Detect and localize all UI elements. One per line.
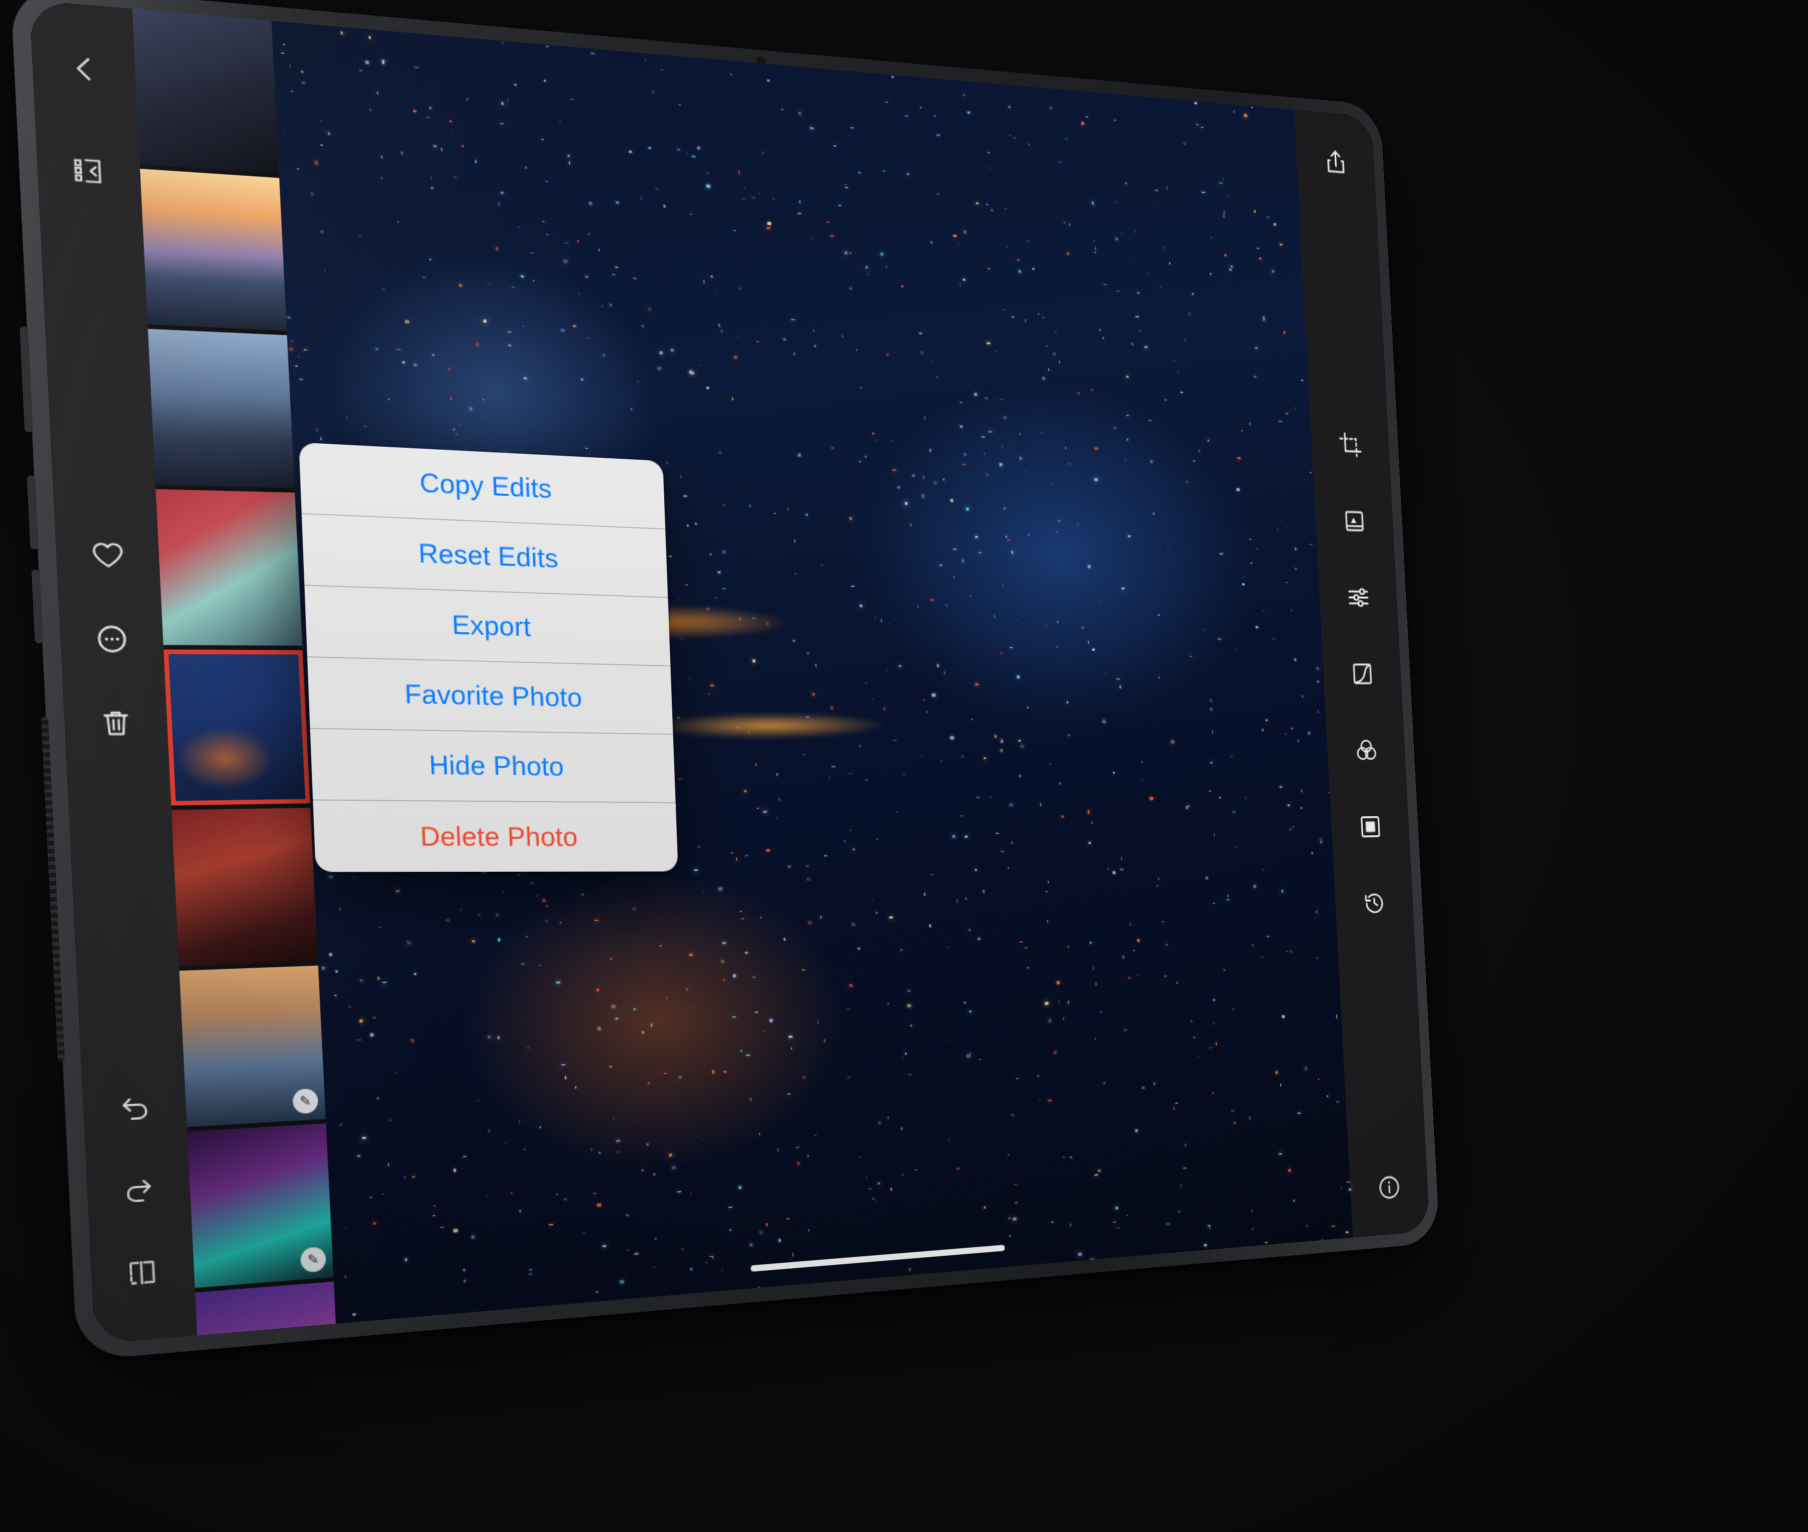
list-item[interactable] [156,489,303,646]
list-item[interactable] [171,808,317,966]
crop-icon[interactable] [1330,422,1371,467]
screenshot-stage: ✎ ✎ ✎ [0,0,1808,1532]
right-rail-spacer-top [1337,184,1349,423]
list-item[interactable] [140,169,287,331]
rail-gap [1360,619,1362,651]
list-item[interactable]: ✎ [187,1123,333,1287]
list-item[interactable]: ✎ [179,966,325,1127]
context-menu-item-export[interactable]: Export [304,586,670,667]
heart-icon[interactable] [79,528,137,581]
rail-gap [1352,467,1354,499]
context-menu-item-reset-edits[interactable]: Reset Edits [302,514,668,598]
tone-curve-icon[interactable] [1342,652,1383,696]
list-item-selected[interactable] [164,650,311,806]
undo-icon[interactable] [106,1081,163,1136]
context-menu-item-favorite-photo[interactable]: Favorite Photo [307,657,673,734]
volume-up-button[interactable] [27,476,39,550]
history-icon[interactable] [1354,881,1395,926]
left-rail-spacer-top [91,204,107,529]
screen-bezel: ✎ ✎ ✎ [29,0,1430,1344]
rail-gap [1368,772,1370,804]
redo-icon[interactable] [110,1162,167,1218]
speaker-grille [41,717,65,1062]
color-mixer-icon[interactable] [1346,728,1387,772]
list-item[interactable]: ✎ [195,1282,336,1336]
filmstrip-toggle-icon[interactable] [60,143,118,199]
context-menu-item-hide-photo[interactable]: Hide Photo [310,729,676,803]
list-item[interactable] [132,9,279,174]
ellipsis-circle-icon[interactable] [83,613,141,666]
light-sliders-icon[interactable] [1338,575,1379,619]
edited-badge: ✎ [300,1246,326,1272]
compare-before-after-icon[interactable] [114,1244,171,1301]
power-button[interactable] [20,326,34,432]
rail-gap [1356,543,1358,575]
tablet-device: ✎ ✎ ✎ [10,0,1440,1361]
rail-gap [1364,696,1366,728]
volume-down-button[interactable] [31,570,43,644]
list-item[interactable] [148,329,295,488]
left-rail-spacer-bottom [118,756,134,1082]
back-chevron-icon[interactable] [55,41,113,98]
presets-icon[interactable] [1334,499,1375,544]
effects-icon[interactable] [1350,804,1391,849]
trash-icon[interactable] [87,697,145,750]
context-menu-item-delete-photo[interactable]: Delete Photo [313,800,678,871]
info-icon[interactable] [1369,1164,1410,1211]
photo-editor-app: ✎ ✎ ✎ [29,0,1430,1344]
rail-gap [1372,849,1374,882]
share-icon[interactable] [1315,138,1356,185]
right-rail-spacer-bottom [1376,925,1389,1165]
filmstrip-panel[interactable]: ✎ ✎ ✎ [132,9,336,1336]
left-toolbar [29,0,197,1344]
photo-context-menu[interactable]: Copy Edits Reset Edits Export Favorite P… [299,442,678,872]
edited-badge: ✎ [292,1088,318,1114]
